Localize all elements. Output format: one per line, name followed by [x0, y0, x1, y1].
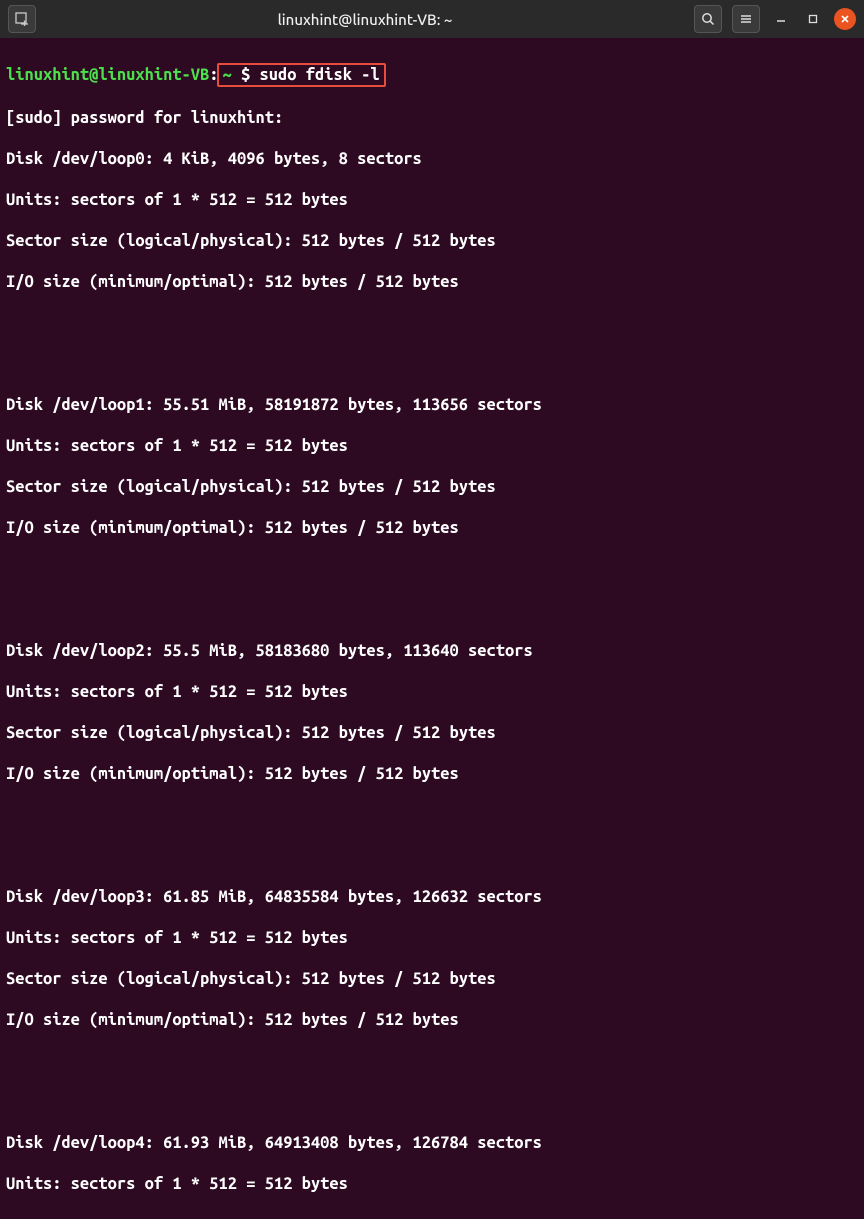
prompt-user-host: linuxhint@linuxhint-VB [6, 66, 209, 84]
disk1-header: Disk /dev/loop1: 55.51 MiB, 58191872 byt… [6, 395, 858, 416]
blank-line [6, 600, 858, 621]
new-tab-button[interactable] [8, 5, 36, 33]
prompt-symbol: $ [232, 66, 260, 84]
blank-line [6, 846, 858, 867]
titlebar-right-group [694, 5, 856, 33]
menu-button[interactable] [732, 5, 760, 33]
disk3-io: I/O size (minimum/optimal): 512 bytes / … [6, 1010, 858, 1031]
terminal-body[interactable]: linuxhint@linuxhint-VB:~ $ sudo fdisk -l… [0, 38, 864, 1219]
prompt-line: linuxhint@linuxhint-VB:~ $ sudo fdisk -l [6, 63, 858, 88]
maximize-button[interactable] [802, 8, 824, 30]
blank-line [6, 354, 858, 375]
sudo-prompt: [sudo] password for linuxhint: [6, 108, 858, 129]
disk0-sector: Sector size (logical/physical): 512 byte… [6, 231, 858, 252]
disk1-io: I/O size (minimum/optimal): 512 bytes / … [6, 518, 858, 539]
blank-line [6, 805, 858, 826]
command-text: sudo fdisk -l [260, 66, 380, 84]
blank-line [6, 1051, 858, 1072]
disk2-units: Units: sectors of 1 * 512 = 512 bytes [6, 682, 858, 703]
blank-line [6, 313, 858, 334]
blank-line [6, 559, 858, 580]
disk4-units: Units: sectors of 1 * 512 = 512 bytes [6, 1174, 858, 1195]
disk1-units: Units: sectors of 1 * 512 = 512 bytes [6, 436, 858, 457]
window-titlebar: linuxhint@linuxhint-VB: ~ [0, 0, 864, 38]
prompt-path: ~ [223, 66, 232, 84]
disk4-header: Disk /dev/loop4: 61.93 MiB, 64913408 byt… [6, 1133, 858, 1154]
titlebar-left-group [8, 5, 36, 33]
minimize-button[interactable] [770, 8, 792, 30]
disk3-units: Units: sectors of 1 * 512 = 512 bytes [6, 928, 858, 949]
blank-line [6, 1092, 858, 1113]
disk2-header: Disk /dev/loop2: 55.5 MiB, 58183680 byte… [6, 641, 858, 662]
disk2-io: I/O size (minimum/optimal): 512 bytes / … [6, 764, 858, 785]
disk3-sector: Sector size (logical/physical): 512 byte… [6, 969, 858, 990]
disk2-sector: Sector size (logical/physical): 512 byte… [6, 723, 858, 744]
disk1-sector: Sector size (logical/physical): 512 byte… [6, 477, 858, 498]
disk3-header: Disk /dev/loop3: 61.85 MiB, 64835584 byt… [6, 887, 858, 908]
search-button[interactable] [694, 5, 722, 33]
command-highlight: ~ $ sudo fdisk -l [217, 63, 386, 88]
window-title: linuxhint@linuxhint-VB: ~ [44, 11, 686, 28]
disk0-units: Units: sectors of 1 * 512 = 512 bytes [6, 190, 858, 211]
disk0-io: I/O size (minimum/optimal): 512 bytes / … [6, 272, 858, 293]
disk0-header: Disk /dev/loop0: 4 KiB, 4096 bytes, 8 se… [6, 149, 858, 170]
close-button[interactable] [834, 8, 856, 30]
